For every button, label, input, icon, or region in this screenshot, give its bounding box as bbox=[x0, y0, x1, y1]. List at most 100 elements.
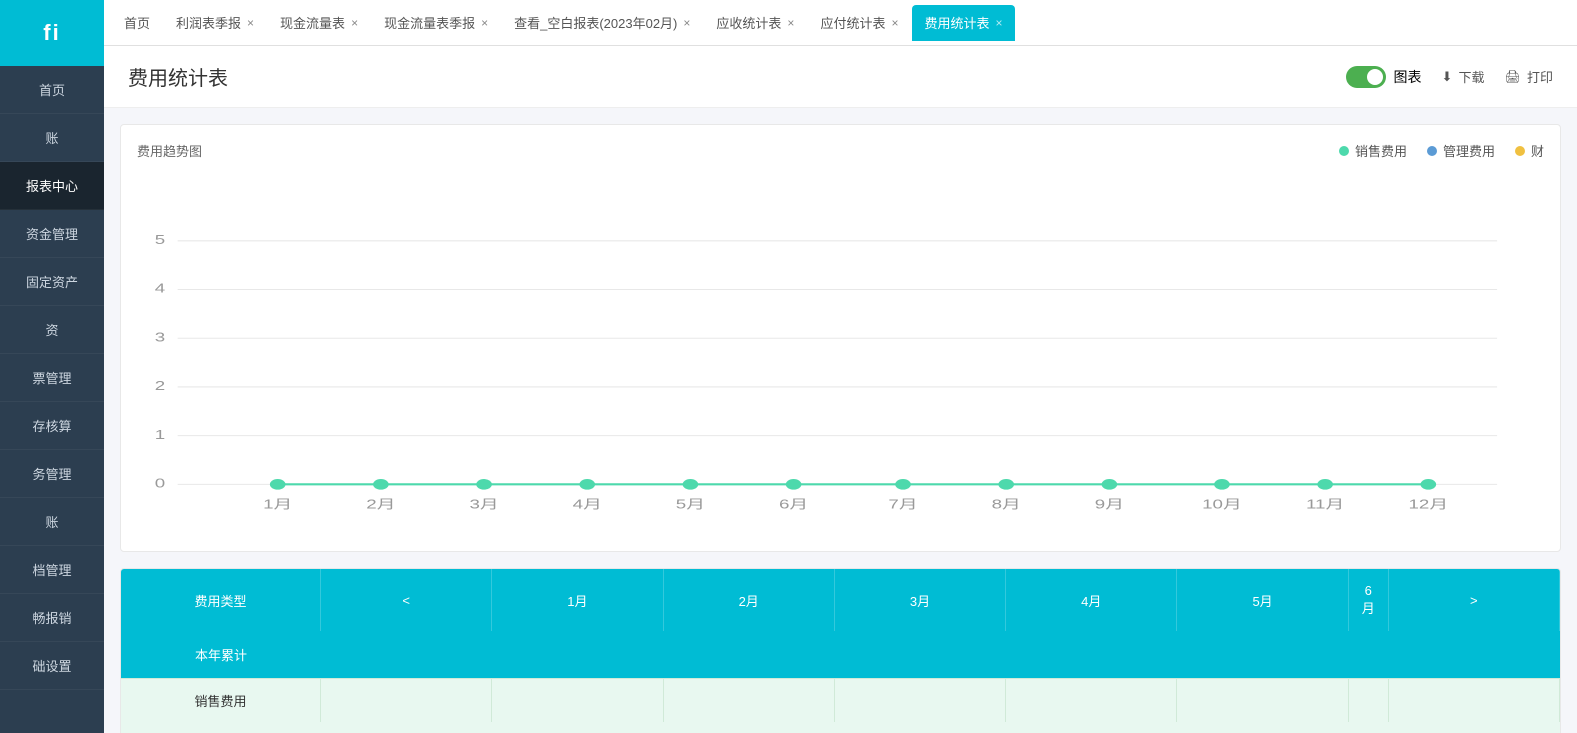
close-tab-expense-stats[interactable]: × bbox=[995, 16, 1002, 30]
cell-type: 销售费用 bbox=[121, 679, 321, 722]
app-logo: fi bbox=[0, 0, 104, 66]
close-tab-blank-report[interactable]: × bbox=[683, 16, 690, 30]
sidebar-item-service[interactable]: 务管理 bbox=[0, 450, 104, 498]
tab-blank-report[interactable]: 查看_空白报表(2023年02月) × bbox=[502, 5, 702, 41]
page-title: 费用统计表 bbox=[128, 62, 228, 91]
svg-text:2: 2 bbox=[155, 379, 166, 393]
cell-nav-next bbox=[1389, 679, 1560, 722]
next-arrow-icon[interactable]: > bbox=[1470, 593, 1478, 608]
content-area: 费用统计表 图表 ⬇ 下载 🖨 打印 费用趋势图 bbox=[104, 46, 1577, 733]
col-ytd: 本年累计 bbox=[121, 631, 321, 678]
svg-text:1月: 1月 bbox=[263, 498, 292, 512]
sidebar-item-expense[interactable]: 畅报销 bbox=[0, 594, 104, 642]
sidebar-item-settings[interactable]: 础设置 bbox=[0, 642, 104, 690]
svg-text:5: 5 bbox=[155, 233, 166, 247]
print-label: 打印 bbox=[1527, 67, 1553, 86]
legend-finance-dot bbox=[1515, 146, 1525, 156]
col-nav-next[interactable]: > bbox=[1389, 569, 1560, 631]
svg-text:7月: 7月 bbox=[888, 498, 917, 512]
sidebar-item-home[interactable]: 首页 bbox=[0, 66, 104, 114]
svg-text:6月: 6月 bbox=[779, 498, 808, 512]
close-tab-cashflow[interactable]: × bbox=[351, 16, 358, 30]
download-button[interactable]: ⬇ 下载 bbox=[1442, 67, 1485, 86]
tab-bar: 首页 利润表季报 × 现金流量表 × 现金流量表季报 × 查看_空白报表(202… bbox=[104, 0, 1577, 46]
sidebar-item-archive[interactable]: 档管理 bbox=[0, 546, 104, 594]
sidebar-item-account[interactable]: 账 bbox=[0, 114, 104, 162]
sidebar-item-assets[interactable]: 固定资产 bbox=[0, 258, 104, 306]
legend-sales: 销售费用 bbox=[1339, 141, 1407, 160]
legend-admin-label: 管理费用 bbox=[1443, 141, 1495, 160]
cell-mar bbox=[835, 679, 1006, 722]
col-jan-label: 1月 bbox=[567, 591, 587, 610]
svg-text:9月: 9月 bbox=[1095, 498, 1124, 512]
col-jun-label: 6月 bbox=[1361, 583, 1376, 617]
svg-text:10月: 10月 bbox=[1202, 498, 1242, 512]
tab-profit-quarterly[interactable]: 利润表季报 × bbox=[164, 5, 266, 41]
svg-text:4: 4 bbox=[155, 282, 166, 296]
tab-blank-report-label: 查看_空白报表(2023年02月) bbox=[514, 13, 677, 32]
main-area: 首页 利润表季报 × 现金流量表 × 现金流量表季报 × 查看_空白报表(202… bbox=[104, 0, 1577, 733]
chart-toggle[interactable] bbox=[1346, 66, 1386, 88]
col-feb: 2月 bbox=[664, 569, 835, 631]
cell-jun bbox=[1349, 679, 1389, 722]
sidebar-item-inventory[interactable]: 存核算 bbox=[0, 402, 104, 450]
tab-cashflow-quarterly[interactable]: 现金流量表季报 × bbox=[372, 5, 500, 41]
toggle-label: 图表 bbox=[1394, 67, 1422, 87]
sidebar-item-invoice[interactable]: 票管理 bbox=[0, 354, 104, 402]
legend-finance-label: 财 bbox=[1531, 141, 1544, 160]
tab-home-label: 首页 bbox=[124, 13, 150, 32]
print-button[interactable]: 🖨 打印 bbox=[1504, 67, 1553, 86]
col-mar-label: 3月 bbox=[910, 591, 930, 610]
close-tab-cashflow-quarterly[interactable]: × bbox=[481, 16, 488, 30]
sidebar-item-reports[interactable]: 报表中心 bbox=[0, 162, 104, 210]
download-label: 下载 bbox=[1458, 67, 1484, 86]
tab-payable[interactable]: 应付统计表 × bbox=[808, 5, 910, 41]
tab-receivable[interactable]: 应收统计表 × bbox=[704, 5, 806, 41]
chart-toggle-group: 图表 bbox=[1346, 66, 1422, 88]
col-jan: 1月 bbox=[492, 569, 663, 631]
cell-ytd bbox=[121, 722, 321, 733]
sidebar-item-ledger[interactable]: 账 bbox=[0, 498, 104, 546]
tab-cashflow-label: 现金流量表 bbox=[280, 13, 345, 32]
sidebar-item-funds[interactable]: 资金管理 bbox=[0, 210, 104, 258]
legend-finance: 财 bbox=[1515, 141, 1544, 160]
expense-table: 费用类型 < 1月 2月 3月 4月 5月 bbox=[120, 568, 1561, 733]
svg-text:4月: 4月 bbox=[573, 498, 602, 512]
col-may-label: 5月 bbox=[1252, 591, 1272, 610]
col-type: 费用类型 bbox=[121, 569, 321, 631]
col-feb-label: 2月 bbox=[739, 591, 759, 610]
svg-text:8月: 8月 bbox=[992, 498, 1021, 512]
tab-receivable-label: 应收统计表 bbox=[716, 13, 781, 32]
cell-jan bbox=[492, 679, 663, 722]
col-ytd-label: 本年累计 bbox=[195, 645, 247, 664]
chart-title: 费用趋势图 bbox=[137, 141, 202, 160]
row-type-label: 销售费用 bbox=[194, 694, 246, 709]
prev-arrow-icon[interactable]: < bbox=[402, 593, 410, 608]
page-header: 费用统计表 图表 ⬇ 下载 🖨 打印 bbox=[104, 46, 1577, 108]
svg-text:0: 0 bbox=[155, 476, 166, 490]
legend-sales-dot bbox=[1339, 146, 1349, 156]
col-apr-label: 4月 bbox=[1081, 591, 1101, 610]
tab-home[interactable]: 首页 bbox=[112, 5, 162, 41]
legend-sales-label: 销售费用 bbox=[1355, 141, 1407, 160]
chart-legend: 销售费用 管理费用 财 bbox=[1339, 141, 1544, 160]
svg-text:2月: 2月 bbox=[366, 498, 395, 512]
print-icon: 🖨 bbox=[1504, 69, 1521, 85]
chart-container: 0 1 2 3 4 5 1月 2月 3月 bbox=[137, 172, 1544, 535]
cell-feb bbox=[664, 679, 835, 722]
tab-cashflow[interactable]: 现金流量表 × bbox=[268, 5, 370, 41]
cell-apr bbox=[1006, 679, 1177, 722]
close-tab-profit-quarterly[interactable]: × bbox=[247, 16, 254, 30]
tab-expense-stats[interactable]: 费用统计表 × bbox=[912, 5, 1014, 41]
svg-text:3月: 3月 bbox=[469, 498, 498, 512]
col-nav-prev[interactable]: < bbox=[321, 569, 492, 631]
line-chart: 0 1 2 3 4 5 1月 2月 3月 bbox=[137, 172, 1544, 532]
close-tab-receivable[interactable]: × bbox=[787, 16, 794, 30]
svg-text:12月: 12月 bbox=[1408, 498, 1448, 512]
sidebar: fi 首页 账 报表中心 资金管理 固定资产 资 票管理 存核算 务管理 账 档… bbox=[0, 0, 104, 733]
sidebar-item-capital[interactable]: 资 bbox=[0, 306, 104, 354]
close-tab-payable[interactable]: × bbox=[891, 16, 898, 30]
chart-section: 费用趋势图 销售费用 管理费用 财 bbox=[120, 124, 1561, 552]
tab-profit-quarterly-label: 利润表季报 bbox=[176, 13, 241, 32]
tab-payable-label: 应付统计表 bbox=[820, 13, 885, 32]
